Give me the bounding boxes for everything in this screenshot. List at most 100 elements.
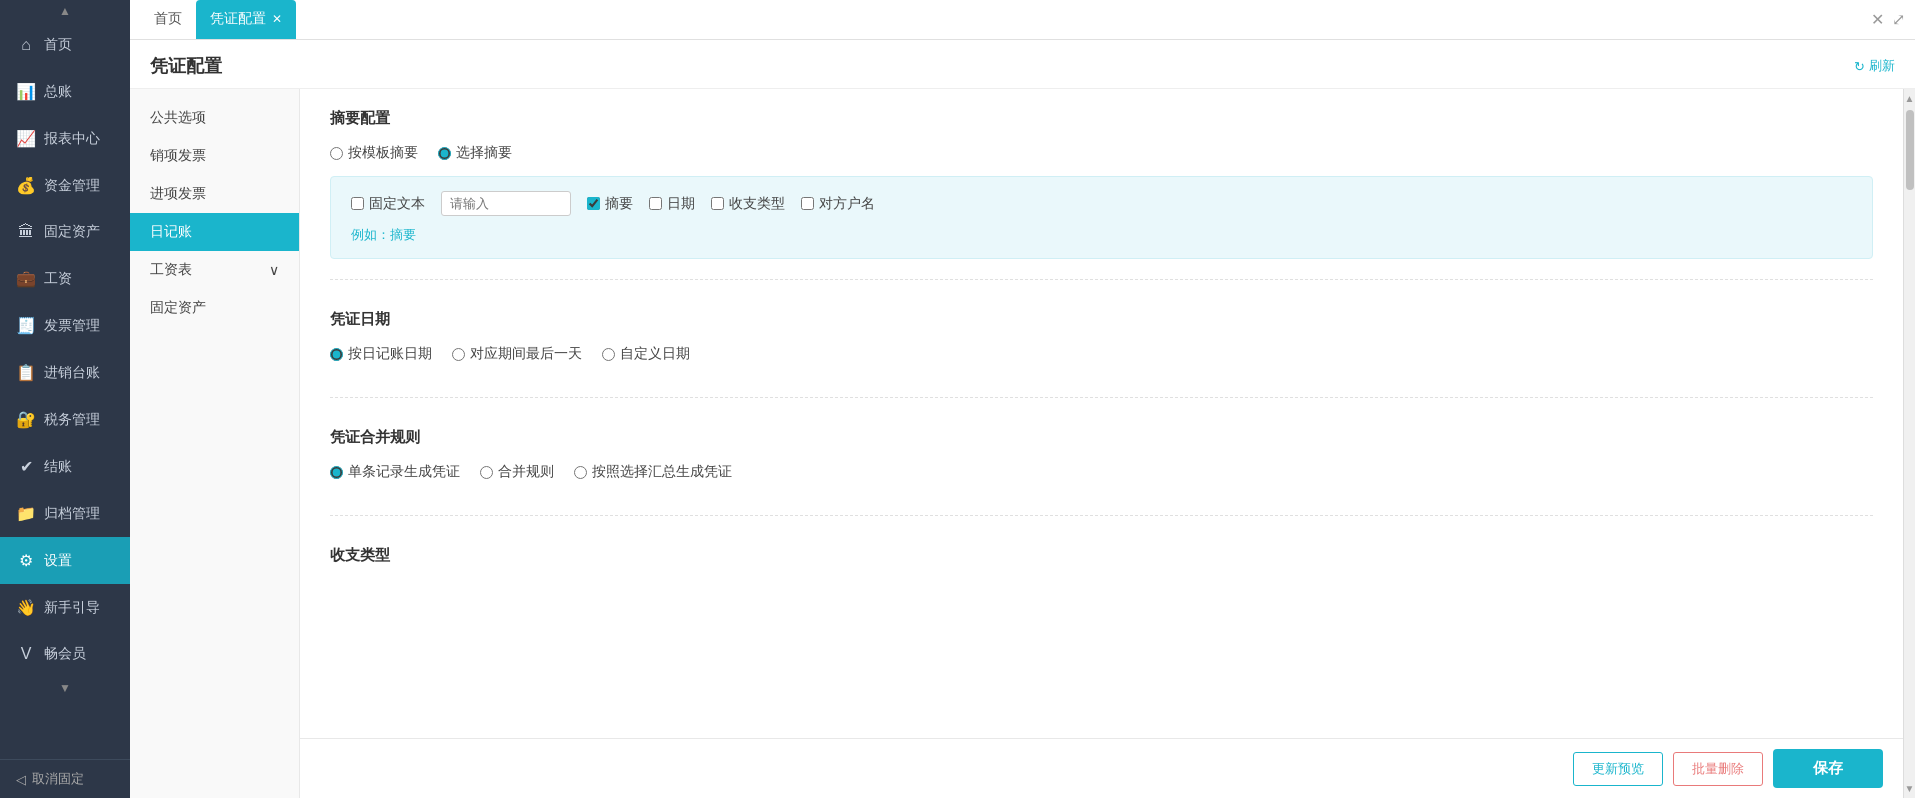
- sidebar-item-assets-label: 固定资产: [44, 223, 100, 241]
- assets-icon: 🏛: [16, 223, 36, 241]
- sidebar-item-assets[interactable]: 🏛 固定资产: [0, 209, 130, 255]
- summary-config-section: 摘要配置 按模板摘要 选择摘要: [330, 109, 1873, 280]
- save-button[interactable]: 保存: [1773, 749, 1883, 788]
- sidebar-scroll-up[interactable]: ▲: [0, 0, 130, 22]
- custom-date-option[interactable]: 自定义日期: [602, 345, 690, 363]
- fixed-text-input[interactable]: [441, 191, 571, 216]
- refresh-label: 刷新: [1869, 57, 1895, 75]
- income-type-label: 收支类型: [729, 195, 785, 213]
- by-journal-date-radio[interactable]: [330, 348, 343, 361]
- bottom-action-bar: 更新预览 批量删除 保存: [300, 738, 1903, 798]
- summary-radio-row: 按模板摘要 选择摘要: [330, 144, 1873, 162]
- merge-rule-radio[interactable]: [480, 466, 493, 479]
- sidebar-item-ledger[interactable]: 📊 总账: [0, 68, 130, 115]
- fixed-text-checkbox-item[interactable]: 固定文本: [351, 195, 425, 213]
- single-record-radio[interactable]: [330, 466, 343, 479]
- sidebar: ▲ ⌂ 首页 📊 总账 📈 报表中心 💰 资金管理 🏛 固定资产 💼 工资 🧾 …: [0, 0, 130, 798]
- fixed-text-checkbox[interactable]: [351, 197, 364, 210]
- sidebar-item-funds[interactable]: 💰 资金管理: [0, 162, 130, 209]
- sidebar-scroll-down[interactable]: ▼: [0, 677, 130, 699]
- scroll-thumb[interactable]: [1906, 110, 1914, 190]
- left-nav-purchase-label: 进项发票: [150, 185, 206, 203]
- income-type-checkbox[interactable]: [711, 197, 724, 210]
- sidebar-item-tax-label: 税务管理: [44, 411, 100, 429]
- counterpart-checkbox[interactable]: [801, 197, 814, 210]
- left-nav-public-options[interactable]: 公共选项: [130, 99, 299, 137]
- fixed-text-label: 固定文本: [369, 195, 425, 213]
- sidebar-item-tax[interactable]: 🔐 税务管理: [0, 396, 130, 443]
- last-day-label: 对应期间最后一天: [470, 345, 582, 363]
- left-nav-journal[interactable]: 日记账: [130, 213, 299, 251]
- sidebar-item-home[interactable]: ⌂ 首页: [0, 22, 130, 68]
- template-summary-radio[interactable]: [330, 147, 343, 160]
- page-header: 凭证配置 ↻ 刷新: [130, 40, 1915, 89]
- sidebar-unpin-button[interactable]: ◁ 取消固定: [0, 759, 130, 798]
- by-selection-option[interactable]: 按照选择汇总生成凭证: [574, 463, 732, 481]
- scroll-down-arrow[interactable]: ▼: [1901, 779, 1915, 798]
- sidebar-item-guide[interactable]: 👋 新手引导: [0, 584, 130, 631]
- by-selection-radio[interactable]: [574, 466, 587, 479]
- example-text: 例如：摘要: [351, 226, 1852, 244]
- sidebar-item-reports-label: 报表中心: [44, 130, 100, 148]
- outer-scrollbar: ▲ ▼: [1903, 89, 1915, 798]
- example-value: 摘要: [390, 227, 416, 242]
- tab-bar: 首页 凭证配置 ✕ ✕ ⤢: [130, 0, 1915, 40]
- template-summary-option[interactable]: 按模板摘要: [330, 144, 418, 162]
- tab-home[interactable]: 首页: [140, 0, 196, 39]
- select-summary-radio[interactable]: [438, 147, 451, 160]
- refresh-button[interactable]: ↻ 刷新: [1854, 57, 1895, 75]
- refresh-icon: ↻: [1854, 59, 1865, 74]
- scroll-thumb-track: [1906, 110, 1914, 777]
- by-journal-date-option[interactable]: 按日记账日期: [330, 345, 432, 363]
- sidebar-item-ledger-label: 总账: [44, 83, 72, 101]
- income-type-checkbox-item[interactable]: 收支类型: [711, 195, 785, 213]
- sidebar-item-member-label: 畅会员: [44, 645, 86, 663]
- sidebar-item-purchase-sales[interactable]: 📋 进销台账: [0, 349, 130, 396]
- window-close-icon[interactable]: ✕: [1871, 10, 1884, 29]
- custom-date-radio[interactable]: [602, 348, 615, 361]
- tax-icon: 🔐: [16, 410, 36, 429]
- sidebar-item-invoice-mgmt[interactable]: 🧾 发票管理: [0, 302, 130, 349]
- window-expand-icon[interactable]: ⤢: [1892, 10, 1905, 29]
- date-checkbox-item[interactable]: 日期: [649, 195, 695, 213]
- sidebar-item-payroll[interactable]: 💼 工资: [0, 255, 130, 302]
- batch-delete-button[interactable]: 批量删除: [1673, 752, 1763, 786]
- select-summary-option[interactable]: 选择摘要: [438, 144, 512, 162]
- left-nav-purchase-invoice[interactable]: 进项发票: [130, 175, 299, 213]
- single-record-option[interactable]: 单条记录生成凭证: [330, 463, 460, 481]
- sidebar-item-archive[interactable]: 📁 归档管理: [0, 490, 130, 537]
- right-content: 摘要配置 按模板摘要 选择摘要: [300, 89, 1903, 738]
- home-icon: ⌂: [16, 36, 36, 54]
- sidebar-item-close[interactable]: ✔ 结账: [0, 443, 130, 490]
- merge-rules-radio-row: 单条记录生成凭证 合并规则 按照选择汇总生成凭证: [330, 463, 1873, 481]
- income-type-section-title: 收支类型: [330, 546, 1873, 565]
- left-nav-sales-invoice[interactable]: 销项发票: [130, 137, 299, 175]
- summary-checkbox[interactable]: [587, 197, 600, 210]
- member-icon: V: [16, 645, 36, 663]
- sidebar-item-reports[interactable]: 📈 报表中心: [0, 115, 130, 162]
- pin-icon: ◁: [16, 772, 26, 787]
- last-day-option[interactable]: 对应期间最后一天: [452, 345, 582, 363]
- left-nav-fixed-assets[interactable]: 固定资产: [130, 289, 299, 327]
- sidebar-item-member[interactable]: V 畅会员: [0, 631, 130, 677]
- summary-checkbox-label: 摘要: [605, 195, 633, 213]
- counterpart-label: 对方户名: [819, 195, 875, 213]
- tab-voucher-config-label: 凭证配置: [210, 10, 266, 28]
- last-day-radio[interactable]: [452, 348, 465, 361]
- left-nav-sales-label: 销项发票: [150, 147, 206, 165]
- summary-checkbox-item[interactable]: 摘要: [587, 195, 633, 213]
- select-summary-label: 选择摘要: [456, 144, 512, 162]
- tab-close-icon[interactable]: ✕: [272, 12, 282, 26]
- counterpart-checkbox-item[interactable]: 对方户名: [801, 195, 875, 213]
- merge-rule-option[interactable]: 合并规则: [480, 463, 554, 481]
- single-record-label: 单条记录生成凭证: [348, 463, 460, 481]
- sidebar-item-archive-label: 归档管理: [44, 505, 100, 523]
- date-checkbox[interactable]: [649, 197, 662, 210]
- voucher-date-section: 凭证日期 按日记账日期 对应期间最后一天: [330, 310, 1873, 398]
- left-nav-payroll-table[interactable]: 工资表 ∨: [130, 251, 299, 289]
- sidebar-item-settings[interactable]: ⚙ 设置: [0, 537, 130, 584]
- tab-voucher-config[interactable]: 凭证配置 ✕: [196, 0, 296, 39]
- update-preview-button[interactable]: 更新预览: [1573, 752, 1663, 786]
- sidebar-bottom-label: 取消固定: [32, 770, 84, 788]
- example-prefix: 例如：: [351, 227, 390, 242]
